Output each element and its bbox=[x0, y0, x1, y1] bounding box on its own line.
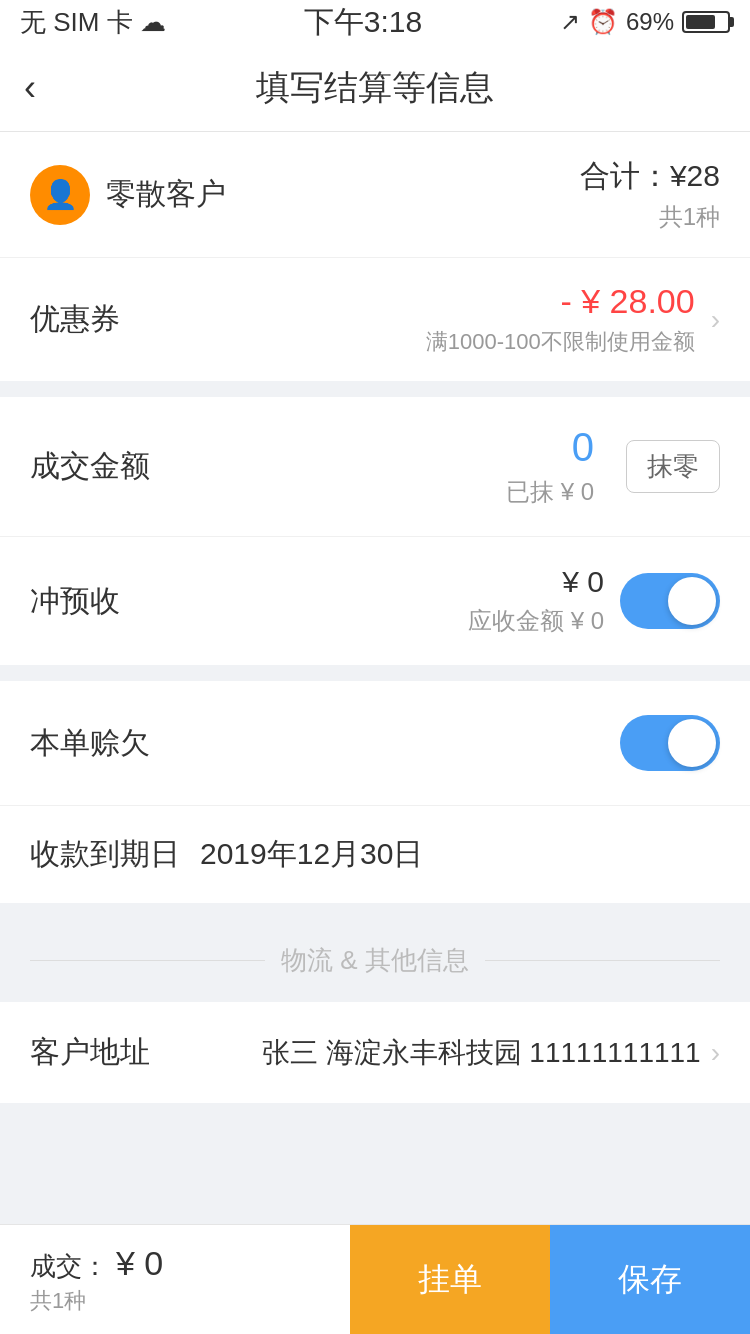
customer-right: 合计：¥28 共1种 bbox=[580, 156, 720, 233]
battery-icon bbox=[682, 11, 730, 33]
back-button[interactable]: ‹ bbox=[24, 67, 36, 109]
total-count: 共1种 bbox=[580, 201, 720, 233]
bottom-amount: ¥ 0 bbox=[116, 1244, 163, 1283]
bottom-bar: 成交： ¥ 0 共1种 挂单 保存 bbox=[0, 1224, 750, 1334]
prepay-label: 冲预收 bbox=[30, 581, 120, 622]
avatar: 👤 bbox=[30, 165, 90, 225]
save-button[interactable]: 保存 bbox=[550, 1225, 750, 1334]
nav-bar: ‹ 填写结算等信息 bbox=[0, 44, 750, 132]
transaction-label: 成交金额 bbox=[30, 446, 150, 487]
arrears-label: 本单赊欠 bbox=[30, 723, 150, 764]
address-label: 客户地址 bbox=[30, 1032, 150, 1073]
coupon-right: - ¥ 28.00 满1000-100不限制使用金额 › bbox=[426, 282, 720, 357]
carrier-label: 无 SIM 卡 ☁ bbox=[20, 5, 166, 40]
coupon-desc: 满1000-100不限制使用金额 bbox=[426, 327, 695, 357]
coupon-amount: - ¥ 28.00 bbox=[426, 282, 695, 321]
arrears-toggle[interactable] bbox=[620, 715, 720, 771]
due-date-value: 2019年12月30日 bbox=[200, 834, 423, 875]
status-left: 无 SIM 卡 ☁ bbox=[20, 5, 166, 40]
page-title: 填写结算等信息 bbox=[256, 65, 494, 111]
transaction-info: 已抹 ¥ 0 bbox=[506, 425, 594, 508]
logistics-divider: 物流 & 其他信息 bbox=[0, 919, 750, 1002]
coupon-row[interactable]: 优惠券 - ¥ 28.00 满1000-100不限制使用金额 › bbox=[0, 257, 750, 381]
avatar-icon: 👤 bbox=[43, 178, 78, 211]
status-right: ↗ ⏰ 69% bbox=[560, 8, 730, 36]
round-button[interactable]: 抹零 bbox=[626, 440, 720, 493]
logistics-label: 物流 & 其他信息 bbox=[281, 943, 469, 978]
toggle-knob bbox=[668, 577, 716, 625]
transaction-row: 成交金额 已抹 ¥ 0 抹零 bbox=[0, 397, 750, 536]
status-bar: 无 SIM 卡 ☁ 下午3:18 ↗ ⏰ 69% bbox=[0, 0, 750, 44]
transaction-right: 已抹 ¥ 0 抹零 bbox=[506, 425, 720, 508]
address-section: 客户地址 张三 海淀永丰科技园 11111111111 › bbox=[0, 1002, 750, 1103]
prepay-info: ¥ 0 应收金额 ¥ 0 bbox=[468, 565, 604, 637]
bottom-count: 共1种 bbox=[30, 1286, 320, 1316]
prepay-row: 冲预收 ¥ 0 应收金额 ¥ 0 bbox=[0, 536, 750, 665]
transaction-amount-input[interactable] bbox=[514, 425, 594, 470]
content-area: 👤 零散客户 合计：¥28 共1种 优惠券 - ¥ 28.00 满1000-10… bbox=[0, 132, 750, 1239]
address-right: 张三 海淀永丰科技园 11111111111 › bbox=[262, 1034, 720, 1072]
total-amount: 合计：¥28 bbox=[580, 156, 720, 197]
bottom-label: 成交： bbox=[30, 1249, 108, 1284]
bottom-summary: 成交： ¥ 0 共1种 bbox=[0, 1225, 350, 1334]
suspend-button[interactable]: 挂单 bbox=[350, 1225, 550, 1334]
customer-name: 零散客户 bbox=[106, 174, 226, 215]
due-date-label: 收款到期日 bbox=[30, 834, 180, 875]
arrears-row: 本单赊欠 bbox=[0, 681, 750, 805]
prepay-sub: 应收金额 ¥ 0 bbox=[468, 605, 604, 637]
alarm-icon: ⏰ bbox=[588, 8, 618, 36]
address-chevron-icon: › bbox=[711, 1037, 720, 1069]
coupon-info: - ¥ 28.00 满1000-100不限制使用金额 bbox=[426, 282, 695, 357]
transaction-section: 成交金额 已抹 ¥ 0 抹零 冲预收 ¥ 0 应收金额 ¥ 0 bbox=[0, 397, 750, 665]
customer-row: 👤 零散客户 合计：¥28 共1种 bbox=[0, 132, 750, 257]
divider-line: 物流 & 其他信息 bbox=[30, 943, 720, 978]
location-icon: ↗ bbox=[560, 8, 580, 36]
prepay-right: ¥ 0 应收金额 ¥ 0 bbox=[468, 565, 720, 637]
arrears-toggle-knob bbox=[668, 719, 716, 767]
status-time: 下午3:18 bbox=[304, 2, 422, 43]
coupon-chevron-icon: › bbox=[711, 304, 720, 336]
prepay-amount: ¥ 0 bbox=[468, 565, 604, 599]
battery-percent: 69% bbox=[626, 8, 674, 36]
arrears-section: 本单赊欠 收款到期日 2019年12月30日 bbox=[0, 681, 750, 903]
transaction-sub: 已抹 ¥ 0 bbox=[506, 476, 594, 508]
customer-left: 👤 零散客户 bbox=[30, 165, 226, 225]
prepay-toggle[interactable] bbox=[620, 573, 720, 629]
coupon-label: 优惠券 bbox=[30, 299, 120, 340]
address-value: 张三 海淀永丰科技园 11111111111 bbox=[262, 1034, 701, 1072]
customer-section: 👤 零散客户 合计：¥28 共1种 优惠券 - ¥ 28.00 满1000-10… bbox=[0, 132, 750, 381]
address-row[interactable]: 客户地址 张三 海淀永丰科技园 11111111111 › bbox=[0, 1002, 750, 1103]
due-date-row[interactable]: 收款到期日 2019年12月30日 bbox=[0, 805, 750, 903]
